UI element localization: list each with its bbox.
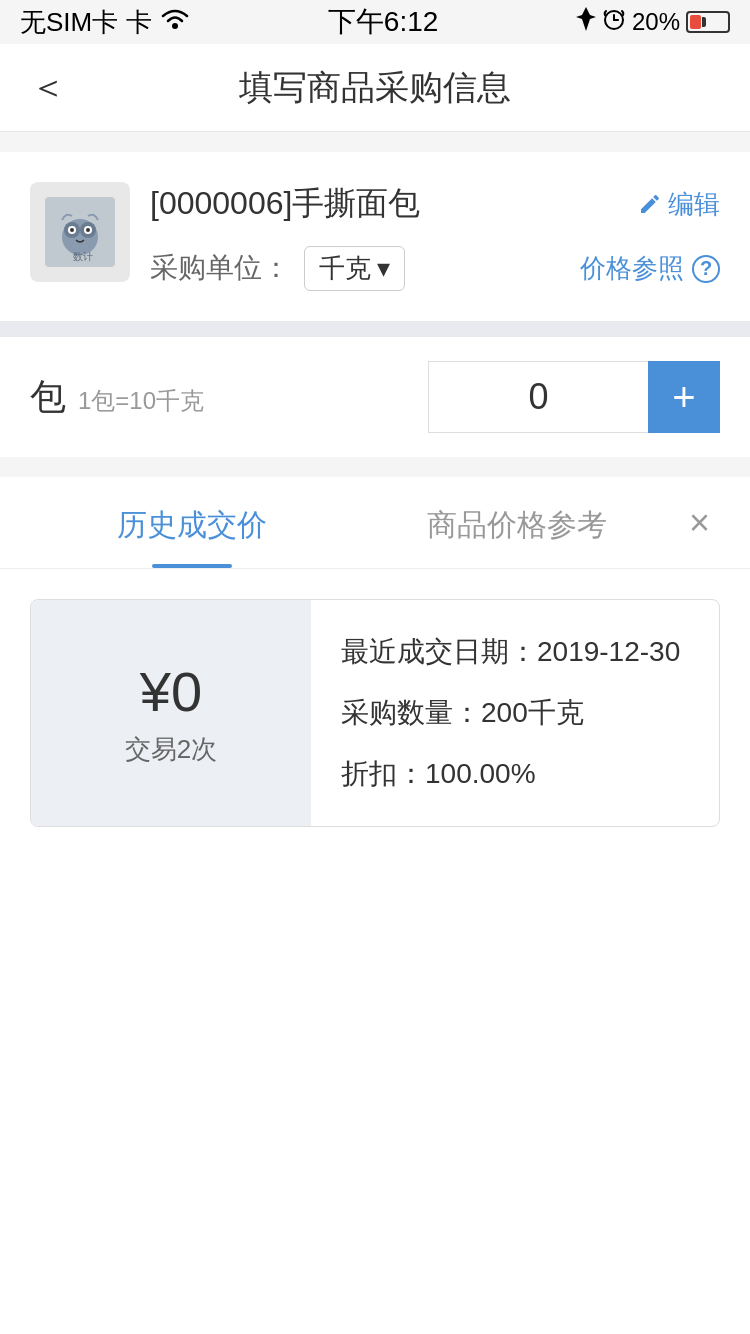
unit-label: 采购单位：: [150, 252, 290, 283]
history-quantity: 采购数量：200千克: [341, 691, 689, 736]
svg-point-10: [86, 228, 90, 232]
product-name-row: [0000006]手撕面包 编辑: [150, 182, 720, 226]
nav-bar: ＜ 填写商品采购信息: [0, 44, 750, 132]
status-time: 下午6:12: [328, 3, 439, 41]
product-unit-row: 采购单位： 千克 ▾ 价格参照 ?: [150, 246, 720, 291]
history-recent-date: 最近成交日期：2019-12-30: [341, 630, 689, 675]
quantity-plus-button[interactable]: +: [648, 361, 720, 433]
product-header: 数计 [0000006]手撕面包 编辑 采购单位： 千克: [30, 182, 720, 291]
svg-point-0: [172, 23, 178, 29]
discount-label: 折扣：: [341, 758, 425, 789]
battery-tip: [702, 17, 706, 27]
location-icon: [576, 7, 596, 37]
section-divider: [0, 321, 750, 337]
status-right: 20%: [576, 7, 730, 37]
quantity-label-group: 包 1包=10千克: [30, 373, 204, 422]
history-transactions: 交易2次: [125, 732, 217, 767]
purchase-quantity-value: 200千克: [481, 697, 584, 728]
edit-label: 编辑: [668, 187, 720, 222]
purchase-quantity-label: 采购数量：: [341, 697, 481, 728]
quantity-row: 包 1包=10千克 +: [0, 337, 750, 457]
battery-percent: 20%: [632, 8, 680, 36]
price-ref-label: 价格参照: [580, 251, 684, 286]
edit-button[interactable]: 编辑: [638, 187, 720, 222]
carrier-text: 无SIM卡: [20, 5, 118, 40]
product-info: [0000006]手撕面包 编辑 采购单位： 千克 ▾ 价格: [150, 182, 720, 291]
owl-logo-icon: 数计: [50, 202, 110, 262]
tab-close-button[interactable]: ×: [679, 492, 720, 554]
quantity-input-group: +: [428, 361, 720, 433]
page-title: 填写商品采购信息: [239, 65, 511, 111]
help-icon: ?: [692, 255, 720, 283]
recent-date-label: 最近成交日期：: [341, 636, 537, 667]
history-discount: 折扣：100.00%: [341, 752, 689, 797]
back-button[interactable]: ＜: [30, 63, 66, 112]
tab-ref-label: 商品价格参考: [427, 508, 607, 541]
tab-history-label: 历史成交价: [117, 508, 267, 541]
history-price-value: ¥0: [140, 659, 202, 724]
svg-text:数计: 数计: [73, 251, 93, 262]
recent-date-value: 2019-12-30: [537, 636, 680, 667]
tab-content-history: ¥0 交易2次 最近成交日期：2019-12-30 采购数量：200千克 折扣：…: [0, 569, 750, 857]
product-thumbnail: 数计: [30, 182, 130, 282]
unit-select[interactable]: 千克 ▾: [304, 246, 405, 291]
sim-icon: 卡: [126, 5, 152, 40]
quantity-conversion: 1包=10千克: [78, 385, 204, 417]
product-thumbnail-inner: 数计: [45, 197, 115, 267]
battery-fill: [690, 15, 701, 29]
status-bar: 无SIM卡 卡 下午6:12 20%: [0, 0, 750, 44]
quantity-input[interactable]: [428, 361, 648, 433]
history-card: ¥0 交易2次 最近成交日期：2019-12-30 采购数量：200千克 折扣：…: [30, 599, 720, 827]
discount-value: 100.00%: [425, 758, 536, 789]
wifi-icon: [160, 7, 190, 38]
chevron-down-icon: ▾: [377, 253, 390, 284]
tab-history-price[interactable]: 历史成交价: [30, 477, 354, 568]
tab-price-reference[interactable]: 商品价格参考: [354, 477, 678, 568]
alarm-icon: [602, 7, 626, 37]
svg-point-9: [70, 228, 74, 232]
tab-bar: 历史成交价 商品价格参考 ×: [0, 477, 750, 569]
edit-icon: [638, 192, 662, 216]
price-ref-button[interactable]: 价格参照 ?: [580, 251, 720, 286]
battery-icon: [686, 11, 730, 33]
status-left: 无SIM卡 卡: [20, 5, 190, 40]
history-details-section: 最近成交日期：2019-12-30 采购数量：200千克 折扣：100.00%: [311, 600, 719, 826]
product-card: 数计 [0000006]手撕面包 编辑 采购单位： 千克: [0, 152, 750, 321]
product-name: [0000006]手撕面包: [150, 182, 420, 226]
unit-section: 采购单位： 千克 ▾: [150, 246, 405, 291]
unit-value: 千克: [319, 251, 371, 286]
tab-section: 历史成交价 商品价格参考 × ¥0 交易2次 最近成交日期：2019-12-30…: [0, 477, 750, 857]
quantity-unit: 包: [30, 373, 66, 422]
history-price-section: ¥0 交易2次: [31, 600, 311, 826]
bottom-fill: [0, 857, 750, 1334]
